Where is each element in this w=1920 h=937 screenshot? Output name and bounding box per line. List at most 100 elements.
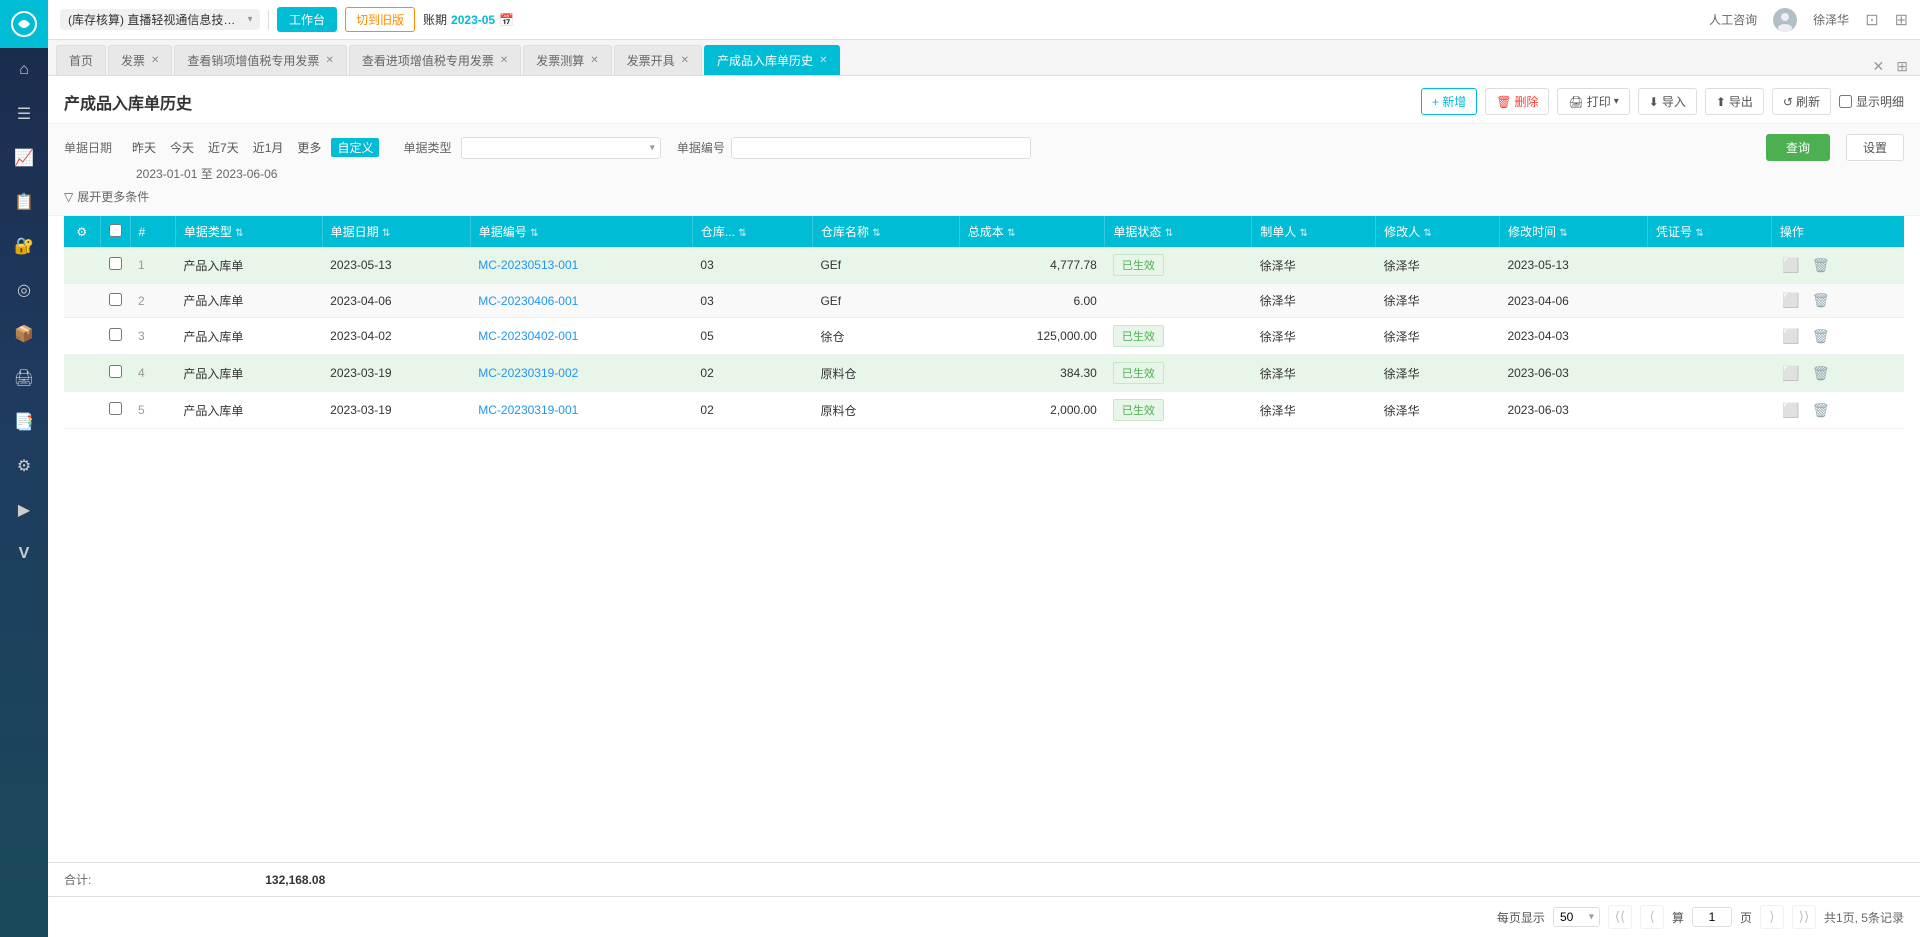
number-link[interactable]: MC-20230319-001 (478, 403, 578, 417)
workbench-button[interactable]: 工作台 (277, 7, 337, 32)
col-total-cost[interactable]: 总成本 ⇅ (959, 216, 1105, 247)
row-edit-btn[interactable]: ⬜ (1779, 256, 1802, 275)
row-edit-btn[interactable]: ⬜ (1779, 364, 1802, 383)
cell-settings[interactable] (64, 318, 100, 355)
date-yesterday[interactable]: 昨天 (128, 138, 160, 157)
tab-purchase-invoice-close[interactable]: ✕ (500, 55, 508, 66)
first-page-btn[interactable]: ⟨⟨ (1608, 905, 1632, 929)
col-warehouse-name[interactable]: 仓库名称 ⇅ (812, 216, 959, 247)
delete-button[interactable]: 🗑 删除 (1485, 88, 1549, 115)
tab-issue[interactable]: 发票开具 ✕ (614, 45, 702, 75)
tab-invoice-close[interactable]: ✕ (151, 55, 159, 66)
row-delete-btn[interactable]: 🗑 (1809, 327, 1833, 346)
date-1month[interactable]: 近1月 (249, 138, 288, 157)
cell-checkbox[interactable] (100, 318, 130, 355)
support-btn[interactable]: 人工咨询 (1709, 11, 1757, 28)
tab-calc[interactable]: 发票测算 ✕ (523, 45, 611, 75)
show-detail-toggle[interactable]: 显示明细 (1839, 93, 1904, 110)
tab-close-all[interactable]: ✕ (1869, 58, 1889, 75)
cell-number[interactable]: MC-20230319-001 (470, 392, 692, 429)
col-date[interactable]: 单据日期 ⇅ (322, 216, 470, 247)
cell-settings[interactable] (64, 284, 100, 318)
date-more[interactable]: 更多 (293, 138, 325, 157)
tab-purchase-invoice[interactable]: 查看进项增值税专用发票 ✕ (349, 45, 521, 75)
sidebar-item-lock[interactable]: 🔐 (0, 224, 48, 268)
col-settings[interactable]: ⚙ (64, 216, 100, 247)
row-delete-btn[interactable]: 🗑 (1809, 256, 1833, 275)
col-modify-time[interactable]: 修改时间 ⇅ (1499, 216, 1647, 247)
window-maximize-btn[interactable]: ⊞ (1895, 10, 1908, 30)
col-status[interactable]: 单据状态 ⇅ (1105, 216, 1252, 247)
per-page-select[interactable]: 20 50 100 (1553, 907, 1600, 927)
sidebar-item-invoice[interactable]: 📋 (0, 180, 48, 224)
row-checkbox[interactable] (109, 257, 122, 270)
window-minimize-btn[interactable]: ⊡ (1865, 10, 1878, 30)
col-warehouse-code[interactable]: 仓库... ⇅ (692, 216, 812, 247)
sidebar-item-v[interactable]: V (0, 532, 48, 576)
col-number[interactable]: 单据编号 ⇅ (470, 216, 692, 247)
number-link[interactable]: MC-20230406-001 (478, 294, 578, 308)
row-edit-btn[interactable]: ⬜ (1779, 291, 1802, 310)
tab-product-instock-close[interactable]: ✕ (819, 55, 827, 66)
refresh-button[interactable]: ↺ 刷新 (1772, 88, 1831, 115)
date-custom[interactable]: 自定义 (331, 138, 379, 157)
number-link[interactable]: MC-20230402-001 (478, 329, 578, 343)
cell-checkbox[interactable] (100, 392, 130, 429)
row-delete-btn[interactable]: 🗑 (1809, 401, 1833, 420)
row-checkbox[interactable] (109, 293, 122, 306)
tab-sales-invoice-close[interactable]: ✕ (325, 55, 333, 66)
last-page-btn[interactable]: ⟩⟩ (1792, 905, 1816, 929)
cell-number[interactable]: MC-20230406-001 (470, 284, 692, 318)
sidebar-item-home[interactable]: ⌂ (0, 48, 48, 92)
print-button[interactable]: 🖨 打印 ▾ (1557, 88, 1629, 115)
tab-calc-close[interactable]: ✕ (590, 55, 598, 66)
date-today[interactable]: 今天 (166, 138, 198, 157)
sidebar-item-circle[interactable]: ◎ (0, 268, 48, 312)
sidebar-item-reports[interactable]: 📑 (0, 400, 48, 444)
sidebar-item-menu[interactable]: ☰ (0, 92, 48, 136)
cell-settings[interactable] (64, 392, 100, 429)
cell-settings[interactable] (64, 247, 100, 284)
page-number-input[interactable] (1692, 907, 1732, 927)
col-creator[interactable]: 制单人 ⇅ (1252, 216, 1376, 247)
row-checkbox[interactable] (109, 365, 122, 378)
col-checkbox-header[interactable] (100, 216, 130, 247)
cell-number[interactable]: MC-20230402-001 (470, 318, 692, 355)
export-button[interactable]: ⬆ 导出 (1705, 88, 1764, 115)
col-voucher[interactable]: 凭证号 ⇅ (1648, 216, 1772, 247)
col-type[interactable]: 单据类型 ⇅ (175, 216, 322, 247)
query-button[interactable]: 查询 (1766, 134, 1830, 161)
cell-number[interactable]: MC-20230513-001 (470, 247, 692, 284)
expand-filter-btn[interactable]: ▽ 展开更多条件 (64, 188, 1904, 205)
prev-page-btn[interactable]: ⟨ (1640, 905, 1664, 929)
tab-product-instock[interactable]: 产成品入库单历史 ✕ (704, 45, 840, 75)
tab-home[interactable]: 首页 (56, 45, 106, 75)
tab-invoice[interactable]: 发票 ✕ (108, 45, 172, 75)
company-selector[interactable]: (库存核算) 直播轻视通信息技术股份... ▾ (60, 9, 260, 30)
import-button[interactable]: ⬇ 导入 (1638, 88, 1697, 115)
sidebar-item-settings[interactable]: ⚙ (0, 444, 48, 488)
sidebar-item-play[interactable]: ▶ (0, 488, 48, 532)
set-button[interactable]: 设置 (1846, 134, 1904, 161)
number-link[interactable]: MC-20230513-001 (478, 258, 578, 272)
period-calendar-icon[interactable]: 📅 (499, 13, 514, 27)
cell-checkbox[interactable] (100, 355, 130, 392)
sidebar-item-inventory[interactable]: 📦 (0, 312, 48, 356)
type-select[interactable] (461, 137, 661, 159)
sidebar-item-analytics[interactable]: 📈 (0, 136, 48, 180)
user-name[interactable]: 徐泽华 (1813, 11, 1849, 28)
select-all-checkbox[interactable] (109, 224, 122, 237)
next-page-btn[interactable]: ⟩ (1760, 905, 1784, 929)
number-link[interactable]: MC-20230319-002 (478, 366, 578, 380)
show-detail-checkbox[interactable] (1839, 95, 1852, 108)
cell-number[interactable]: MC-20230319-002 (470, 355, 692, 392)
number-input[interactable] (731, 137, 1031, 159)
row-edit-btn[interactable]: ⬜ (1779, 401, 1802, 420)
cell-checkbox[interactable] (100, 284, 130, 318)
cell-checkbox[interactable] (100, 247, 130, 284)
switch-version-button[interactable]: 切到旧版 (345, 7, 415, 32)
tab-sales-invoice[interactable]: 查看销项增值税专用发票 ✕ (174, 45, 346, 75)
tab-issue-close[interactable]: ✕ (681, 55, 689, 66)
cell-settings[interactable] (64, 355, 100, 392)
tab-expand[interactable]: ⊞ (1892, 58, 1912, 75)
